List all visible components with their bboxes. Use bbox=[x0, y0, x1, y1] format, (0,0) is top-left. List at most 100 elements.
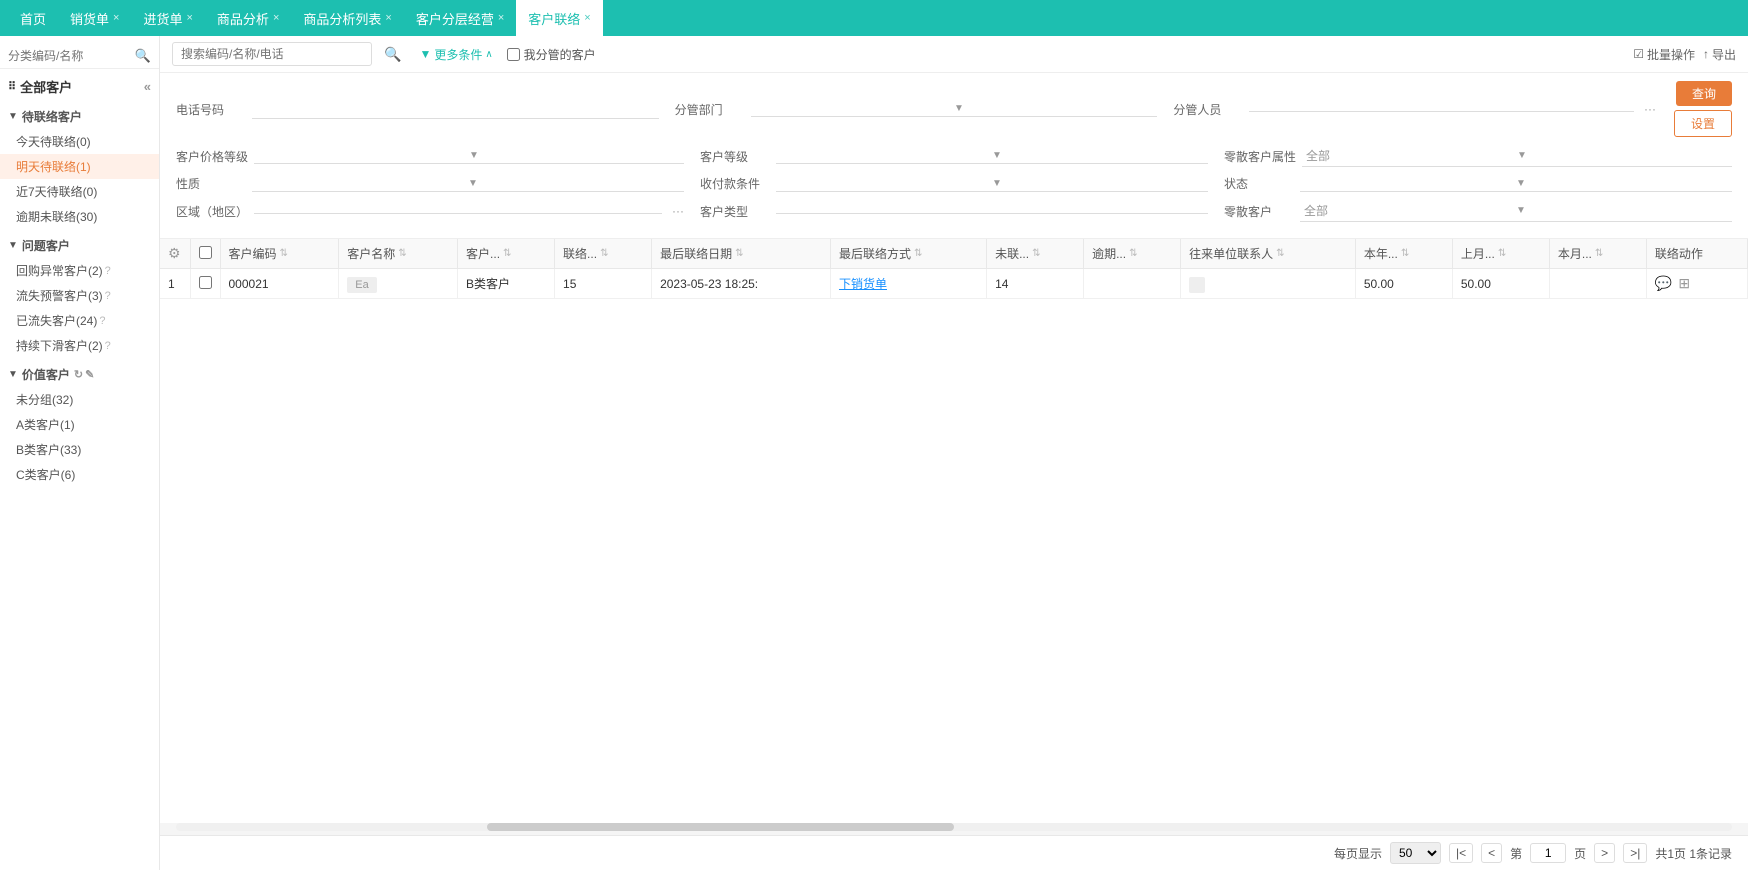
batch-op-button[interactable]: ☑ 批量操作 bbox=[1633, 46, 1695, 63]
col-name-sort[interactable]: ⇅ bbox=[398, 248, 406, 259]
retail-attr-caret: ▼ bbox=[1517, 150, 1728, 161]
col-code-sort[interactable]: ⇅ bbox=[280, 248, 288, 259]
col-unit-contact-sort[interactable]: ⇅ bbox=[1276, 248, 1284, 259]
sidebar-item-b-class[interactable]: B类客户(33) bbox=[0, 437, 159, 462]
retail-customer-select[interactable]: 全部 ▼ bbox=[1300, 200, 1732, 222]
col-contact-sort[interactable]: ⇅ bbox=[600, 248, 608, 259]
row-checkbox[interactable] bbox=[199, 276, 212, 289]
nav-purchase-close[interactable]: × bbox=[186, 12, 192, 24]
filter-bar: 🔍 ▼ 更多条件 ∧ 我分管的客户 ☑ 批量操作 ↑ 导出 bbox=[160, 36, 1748, 73]
status-select[interactable]: ▼ bbox=[1300, 176, 1732, 192]
col-last-contact-date-sort[interactable]: ⇅ bbox=[735, 248, 743, 259]
cell-checkbox bbox=[190, 269, 220, 299]
nav-sales-close[interactable]: × bbox=[113, 12, 119, 24]
sidebar-item-7days[interactable]: 近7天待联络(0) bbox=[0, 179, 159, 204]
col-type-sort[interactable]: ⇅ bbox=[503, 248, 511, 259]
nav-home-label: 首页 bbox=[20, 9, 46, 28]
retail-attr-label: 零散客户属性 bbox=[1224, 148, 1296, 165]
my-customers-checkbox[interactable] bbox=[507, 48, 520, 61]
col-uncontacted-sort[interactable]: ⇅ bbox=[1032, 248, 1040, 259]
sidebar-item-tomorrow[interactable]: 明天待联络(1) bbox=[0, 154, 159, 179]
retail-customer-caret: ▼ bbox=[1516, 205, 1728, 216]
nav-sales[interactable]: 销货单 × bbox=[58, 0, 131, 36]
sidebar-item-today[interactable]: 今天待联络(0) bbox=[0, 129, 159, 154]
col-action-label: 联络动作 bbox=[1655, 247, 1703, 261]
select-all-checkbox[interactable] bbox=[199, 246, 212, 259]
phone-input[interactable] bbox=[252, 100, 659, 119]
region-label: 区域（地区） bbox=[176, 203, 248, 220]
collapse-icon[interactable]: « bbox=[144, 79, 151, 94]
col-overdue-sort[interactable]: ⇅ bbox=[1129, 248, 1137, 259]
sidebar-item-abnormal[interactable]: 回购异常客户(2) ? bbox=[0, 258, 159, 283]
col-this-year-sort[interactable]: ⇅ bbox=[1401, 248, 1409, 259]
page-input[interactable] bbox=[1530, 843, 1566, 863]
prev-page-button[interactable]: < bbox=[1481, 843, 1502, 863]
grid-icon[interactable]: ⊞ bbox=[1678, 275, 1690, 292]
nav-customer-tier-close[interactable]: × bbox=[498, 12, 504, 24]
dept-select[interactable]: ▼ bbox=[751, 101, 1158, 117]
settings-button[interactable]: 设置 bbox=[1674, 110, 1732, 137]
settings-gear-icon[interactable]: ⚙ bbox=[168, 245, 181, 261]
horizontal-scrollbar[interactable] bbox=[176, 823, 1732, 831]
sidebar-item-a-class[interactable]: A类客户(1) bbox=[0, 412, 159, 437]
sidebar-item-c-class[interactable]: C类客户(6) bbox=[0, 462, 159, 487]
cell-contact: 15 bbox=[555, 269, 652, 299]
col-last-contact-method-sort[interactable]: ⇅ bbox=[914, 248, 922, 259]
customer-level-select[interactable]: ▼ bbox=[776, 148, 1208, 164]
col-last-month-sort[interactable]: ⇅ bbox=[1498, 248, 1506, 259]
nav-customer-contact-close[interactable]: × bbox=[584, 12, 590, 24]
export-label: 导出 bbox=[1712, 46, 1736, 63]
person-select[interactable] bbox=[1249, 107, 1634, 112]
price-level-select[interactable]: ▼ bbox=[254, 148, 684, 164]
comment-icon[interactable]: 💬 bbox=[1655, 275, 1672, 292]
payment-select[interactable]: ▼ bbox=[776, 176, 1208, 192]
table-area: ⚙ 客户编码 ⇅ 客户名称 bbox=[160, 239, 1748, 823]
sidebar-item-ungrouped[interactable]: 未分组(32) bbox=[0, 387, 159, 412]
sidebar-item-declining[interactable]: 持续下滑客户(2) ? bbox=[0, 333, 159, 358]
nav-goods-analysis-list-close[interactable]: × bbox=[385, 12, 391, 24]
nature-select[interactable]: ▼ bbox=[252, 176, 684, 192]
person-dots[interactable]: ··· bbox=[1644, 102, 1656, 116]
value-refresh-icon[interactable]: ↻ bbox=[74, 368, 83, 381]
payment-caret: ▼ bbox=[992, 178, 1204, 189]
next-page-button[interactable]: > bbox=[1594, 843, 1615, 863]
filter-search-button[interactable]: 🔍 bbox=[380, 44, 405, 65]
last-page-button[interactable]: >| bbox=[1623, 843, 1647, 863]
col-this-year-label: 本年... bbox=[1364, 245, 1398, 262]
col-last-month: 上月... ⇅ bbox=[1452, 239, 1549, 269]
more-conditions-button[interactable]: ▼ 更多条件 ∧ bbox=[413, 44, 498, 65]
nav-customer-tier[interactable]: 客户分层经营 × bbox=[404, 0, 516, 36]
col-code-label: 客户编码 bbox=[229, 245, 277, 262]
region-select[interactable] bbox=[254, 209, 662, 214]
export-button[interactable]: ↑ 导出 bbox=[1703, 46, 1736, 63]
retail-customer-label: 零散客户 bbox=[1224, 203, 1294, 220]
last-contact-method-link[interactable]: 下销货单 bbox=[839, 277, 887, 291]
nav-goods-analysis-close[interactable]: × bbox=[273, 12, 279, 24]
col-overdue-label: 逾期... bbox=[1092, 245, 1126, 262]
query-button[interactable]: 查询 bbox=[1676, 81, 1732, 106]
more-conditions-label: 更多条件 bbox=[434, 46, 482, 63]
col-this-month-sort[interactable]: ⇅ bbox=[1595, 248, 1603, 259]
sidebar-item-overdue[interactable]: 逾期未联络(30) bbox=[0, 204, 159, 229]
nav-home[interactable]: 首页 bbox=[8, 0, 58, 36]
customer-type-select[interactable] bbox=[776, 209, 1208, 214]
nav-goods-analysis[interactable]: 商品分析 × bbox=[205, 0, 291, 36]
scrollbar-thumb[interactable] bbox=[487, 823, 954, 831]
all-customers-header[interactable]: ⠿ 全部客户 « bbox=[0, 73, 159, 100]
sidebar-search-input[interactable] bbox=[8, 49, 135, 63]
nav-purchase[interactable]: 进货单 × bbox=[131, 0, 204, 36]
sidebar-search-icon[interactable]: 🔍 bbox=[135, 48, 151, 64]
value-edit-icon[interactable]: ✎ bbox=[85, 368, 94, 381]
nav-goods-analysis-list-label: 商品分析列表 bbox=[303, 9, 381, 28]
sidebar-item-churned[interactable]: 已流失客户(24) ? bbox=[0, 308, 159, 333]
first-page-button[interactable]: |< bbox=[1449, 843, 1473, 863]
per-page-select[interactable]: 50 100 200 bbox=[1390, 842, 1441, 864]
nav-customer-contact[interactable]: 客户联络 × bbox=[516, 0, 602, 36]
nav-goods-analysis-list[interactable]: 商品分析列表 × bbox=[291, 0, 403, 36]
filter-search-input[interactable] bbox=[172, 42, 372, 66]
sidebar-item-churn-warning[interactable]: 流失预警客户(3) ? bbox=[0, 283, 159, 308]
sidebar-item-churn-warning-label: 流失预警客户(3) bbox=[16, 287, 103, 304]
retail-attr-select[interactable]: 全部 ▼ bbox=[1302, 145, 1732, 167]
region-dots[interactable]: ··· bbox=[672, 204, 684, 218]
col-settings[interactable]: ⚙ bbox=[160, 239, 190, 269]
